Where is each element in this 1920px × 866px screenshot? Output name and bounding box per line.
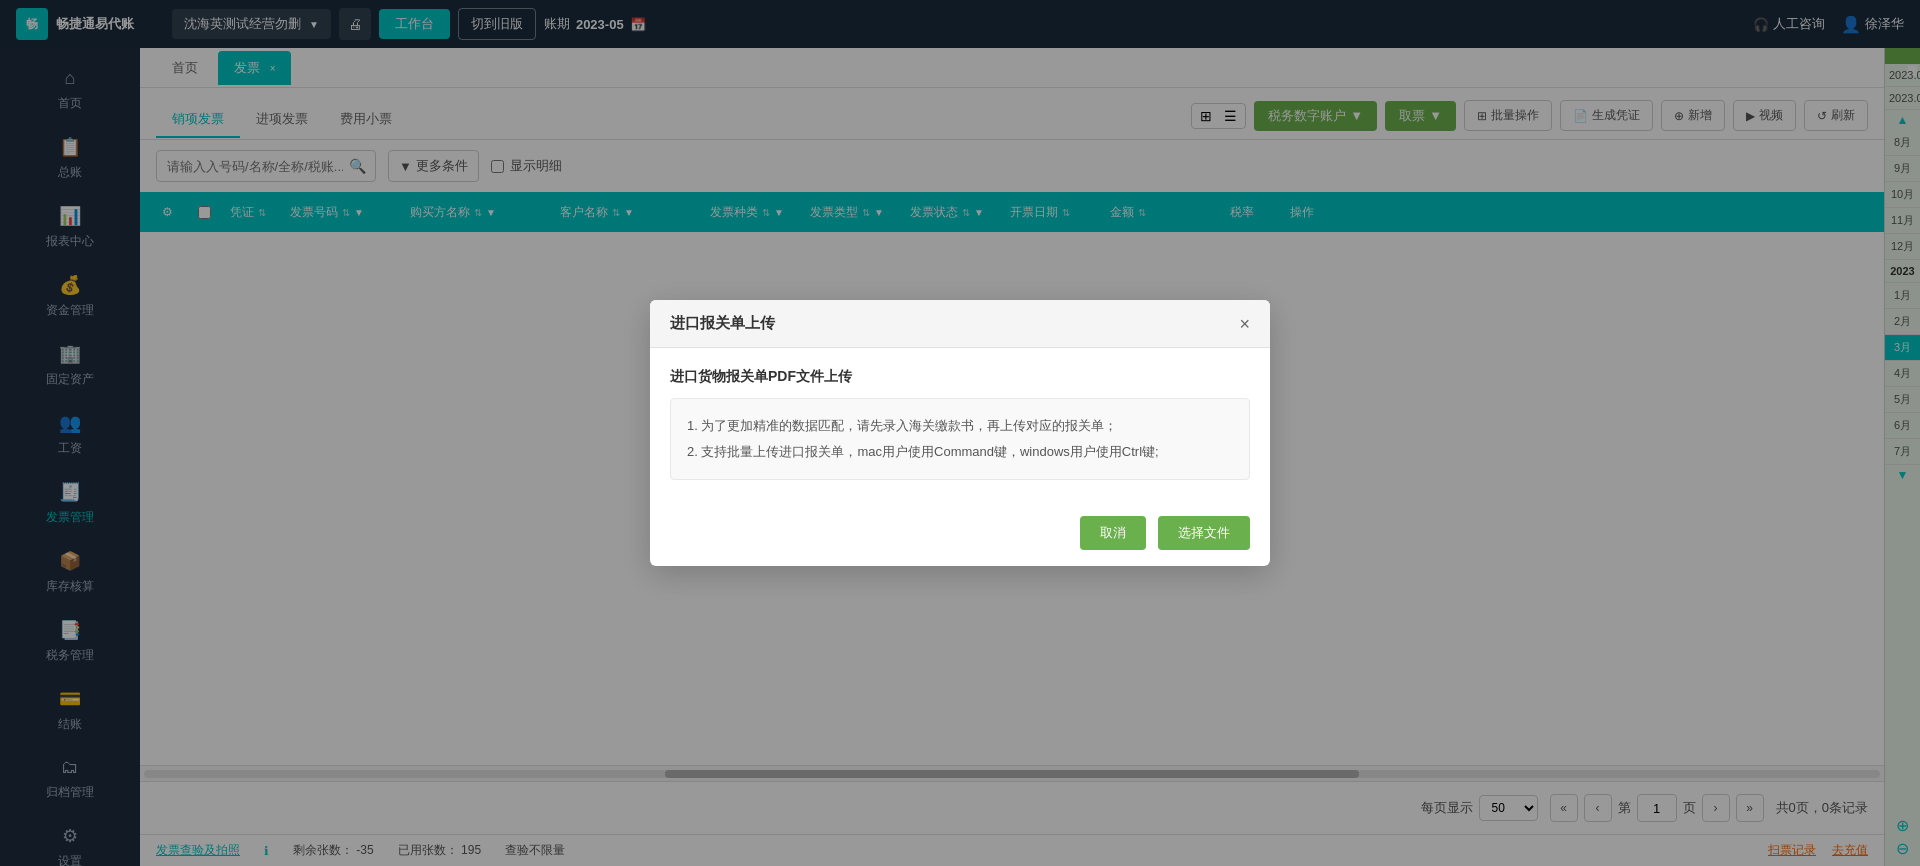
- modal-body: 进口货物报关单PDF文件上传 1. 为了更加精准的数据匹配，请先录入海关缴款书，…: [650, 348, 1270, 500]
- modal-header: 进口报关单上传 ×: [650, 300, 1270, 348]
- modal-select-file-button[interactable]: 选择文件: [1158, 516, 1250, 550]
- upload-note-1: 1. 为了更加精准的数据匹配，请先录入海关缴款书，再上传对应的报关单；: [687, 413, 1233, 439]
- import-customs-modal: 进口报关单上传 × 进口货物报关单PDF文件上传 1. 为了更加精准的数据匹配，…: [650, 300, 1270, 566]
- modal-close-button[interactable]: ×: [1239, 315, 1250, 333]
- upload-note-2: 2. 支持批量上传进口报关单，mac用户使用Command键，windows用户…: [687, 439, 1233, 465]
- upload-section-title: 进口货物报关单PDF文件上传: [670, 368, 1250, 386]
- modal-footer: 取消 选择文件: [650, 500, 1270, 566]
- upload-notes: 1. 为了更加精准的数据匹配，请先录入海关缴款书，再上传对应的报关单； 2. 支…: [670, 398, 1250, 480]
- modal-overlay[interactable]: 进口报关单上传 × 进口货物报关单PDF文件上传 1. 为了更加精准的数据匹配，…: [0, 0, 1920, 866]
- modal-cancel-button[interactable]: 取消: [1080, 516, 1146, 550]
- modal-title: 进口报关单上传: [670, 314, 775, 333]
